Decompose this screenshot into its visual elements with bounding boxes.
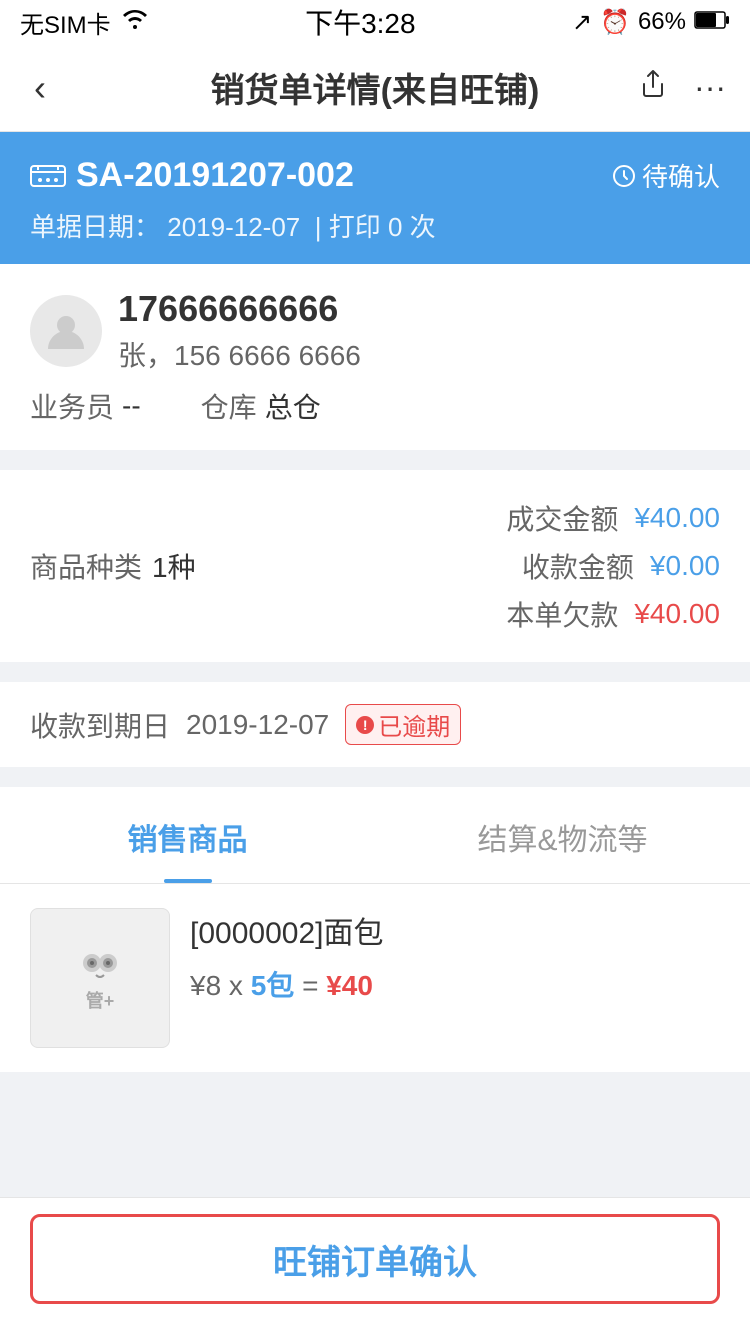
header-date-info: 单据日期： 2019-12-07 | 打印 0 次 — [30, 207, 720, 244]
category-info: 商品种类 1种 — [30, 546, 196, 586]
share-icon[interactable] — [636, 67, 670, 109]
tab-sales-product[interactable]: 销售商品 — [0, 787, 375, 883]
customer-name: 张，156 6666 6666 — [118, 334, 720, 374]
due-date-label: 收款到期日 — [30, 705, 170, 745]
alarm-icon: ⏰ — [600, 8, 630, 37]
tab-settlement[interactable]: 结算&物流等 — [375, 787, 750, 883]
debt-label: 本单欠款 — [506, 594, 618, 634]
amount-value: ¥40.00 — [634, 502, 720, 534]
warehouse-value: 总仓 — [265, 386, 321, 426]
product-thumbnail: 管+ — [30, 908, 170, 1048]
tabs-section: 销售商品 结算&物流等 管+ — [0, 787, 750, 1072]
order-status-text: 待确认 — [642, 157, 720, 194]
confirm-order-button[interactable]: 旺铺订单确认 — [30, 1214, 720, 1304]
header-card-top: SA-20191207-002 待确认 — [30, 156, 720, 195]
summary-row: 商品种类 1种 成交金额 ¥40.00 收款金额 ¥0.00 本单欠款 ¥40.… — [30, 498, 720, 634]
due-date-section: 收款到期日 2019-12-07 ! 已逾期 — [0, 682, 750, 767]
status-bar-right: ↗ ⏰ 66% — [572, 8, 730, 37]
order-number-text: SA-20191207-002 — [76, 156, 354, 195]
amount-label: 成交金额 — [506, 498, 618, 538]
nav-actions: ··· — [636, 67, 726, 109]
tabs-row: 销售商品 结算&物流等 — [0, 787, 750, 884]
wifi-icon — [121, 8, 149, 36]
battery-icon — [694, 8, 730, 36]
total-price: ¥40 — [326, 970, 373, 1001]
customer-meta: 业务员 -- 仓库 总仓 — [30, 386, 720, 426]
collection-amount: 收款金额 ¥0.00 — [522, 546, 720, 586]
status-bar-left: 无SIM卡 — [20, 5, 149, 40]
product-name: [0000002]面包 — [190, 908, 720, 952]
category-value: 1种 — [152, 546, 196, 586]
product-price: ¥8 x 5包 = ¥40 — [190, 964, 720, 1004]
sales-person: 业务员 -- — [30, 386, 141, 426]
equals-sign: = — [302, 970, 326, 1001]
category-label: 商品种类 — [30, 546, 142, 586]
summary-section: 商品种类 1种 成交金额 ¥40.00 收款金额 ¥0.00 本单欠款 ¥40.… — [0, 470, 750, 662]
customer-row: 17666666666 张，156 6666 6666 — [30, 288, 720, 374]
order-status: 待确认 — [612, 157, 720, 194]
avatar — [30, 295, 102, 367]
warehouse-label: 仓库 — [201, 386, 257, 426]
amounts: 成交金额 ¥40.00 收款金额 ¥0.00 本单欠款 ¥40.00 — [506, 498, 720, 634]
sales-label: 业务员 — [30, 386, 114, 426]
product-details: [0000002]面包 ¥8 x 5包 = ¥40 — [190, 908, 720, 1004]
date-label: 单据日期： — [30, 212, 160, 242]
order-number: SA-20191207-002 — [30, 156, 354, 195]
debt-amount: 本单欠款 ¥40.00 — [506, 594, 720, 634]
header-card: SA-20191207-002 待确认 单据日期： 2019-12-07 | 打… — [0, 132, 750, 264]
nav-bar: ‹ 销货单详情(来自旺铺) ··· — [0, 44, 750, 132]
tab-underline — [164, 879, 212, 883]
warning-icon: ! — [356, 716, 374, 734]
customer-section: 17666666666 张，156 6666 6666 业务员 -- 仓库 总仓 — [0, 264, 750, 450]
status-bar-time: 下午3:28 — [305, 2, 416, 42]
collection-value: ¥0.00 — [650, 550, 720, 582]
product-item: 管+ [0000002]面包 ¥8 x 5包 = ¥40 — [0, 884, 750, 1072]
bottom-bar: 旺铺订单确认 — [0, 1197, 750, 1334]
status-bar: 无SIM卡 下午3:28 ↗ ⏰ 66% — [0, 0, 750, 44]
price-unit: ¥8 x — [190, 970, 251, 1001]
back-button[interactable]: ‹ — [24, 57, 56, 119]
product-logo: 管+ — [70, 943, 130, 1013]
warehouse: 仓库 总仓 — [201, 386, 321, 426]
no-sim-text: 无SIM卡 — [20, 5, 111, 40]
debt-value: ¥40.00 — [634, 598, 720, 630]
customer-info: 17666666666 张，156 6666 6666 — [118, 288, 720, 374]
quantity: 5包 — [251, 970, 295, 1001]
overdue-badge: ! 已逾期 — [345, 704, 461, 745]
more-options-icon[interactable]: ··· — [694, 69, 726, 106]
customer-phone: 17666666666 — [118, 288, 720, 330]
sales-value: -- — [122, 390, 141, 422]
battery-text: 66% — [638, 8, 686, 36]
collection-label: 收款金额 — [522, 546, 634, 586]
transaction-amount: 成交金额 ¥40.00 — [506, 498, 720, 538]
date-value: 2019-12-07 — [167, 212, 300, 242]
due-date-value: 2019-12-07 — [186, 709, 329, 741]
page-title: 销货单详情(来自旺铺) — [211, 63, 540, 112]
print-info: | 打印 0 次 — [307, 212, 435, 242]
overdue-text: 已逾期 — [378, 707, 450, 742]
location-icon: ↗ — [572, 8, 592, 37]
